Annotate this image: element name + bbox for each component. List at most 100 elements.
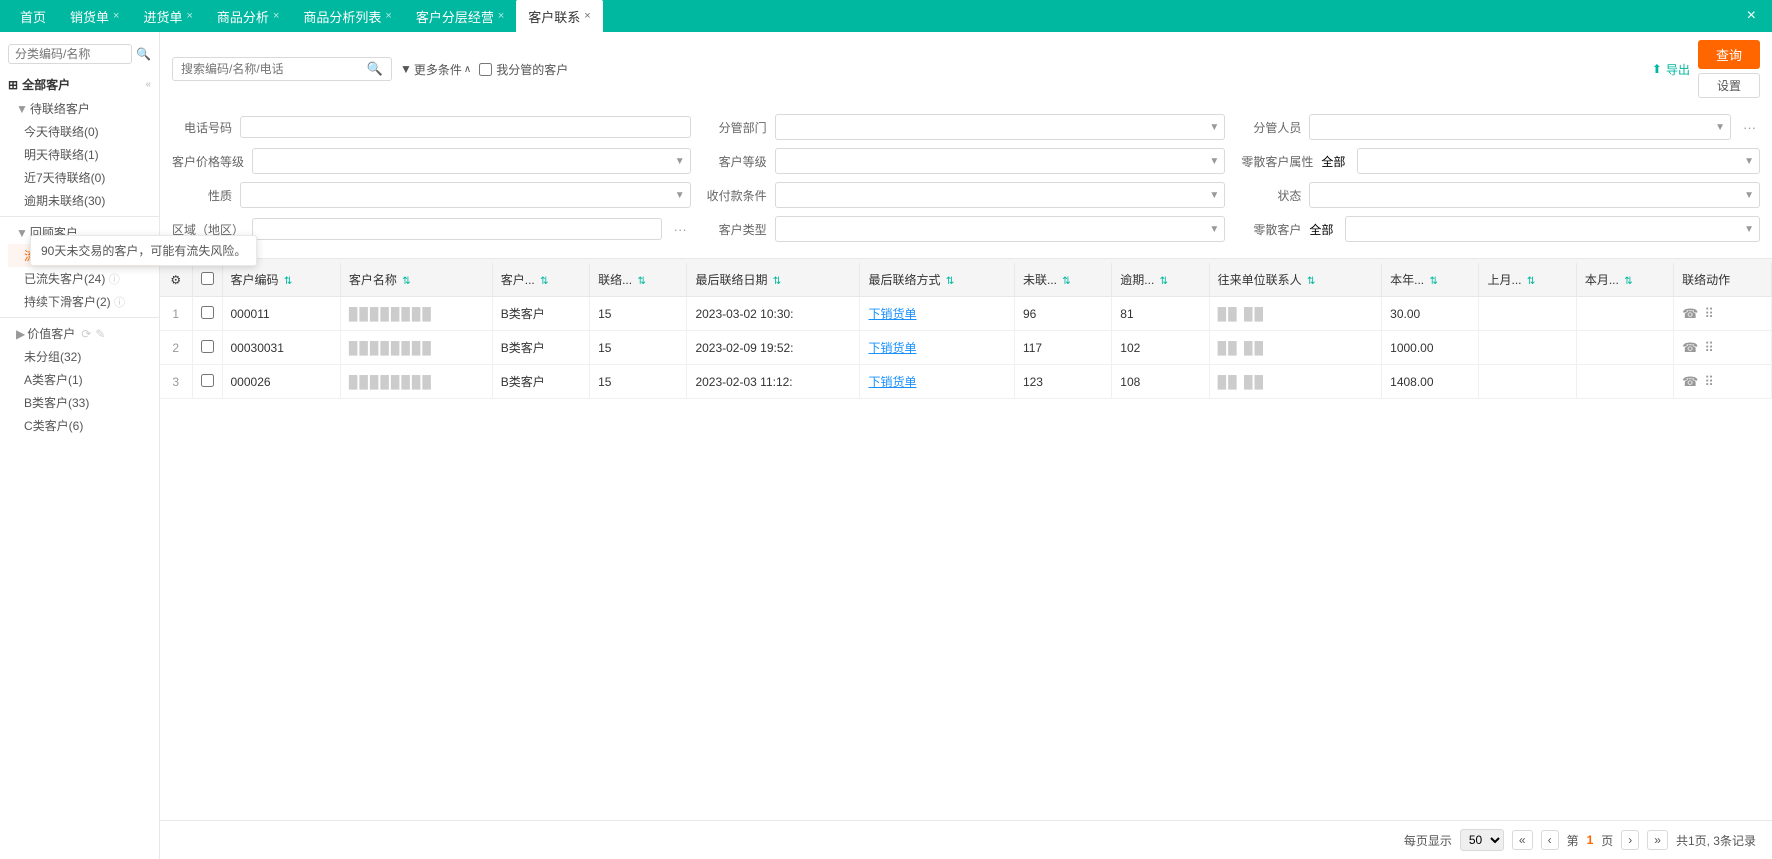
per-page-select[interactable]: 50: [1460, 829, 1504, 851]
pending-contact-title[interactable]: ▼ 待联络客户: [8, 97, 159, 120]
my-customers-checkbox[interactable]: 我分管的客户: [479, 61, 568, 78]
filter-row-status: 状态 ▼: [1241, 182, 1760, 208]
sidebar-item-overdue[interactable]: 逾期未联络(30): [8, 189, 159, 212]
filter-input-region[interactable]: [252, 218, 662, 240]
col-settings[interactable]: ⚙: [160, 263, 192, 297]
col-type-sort[interactable]: ⇅: [540, 276, 548, 287]
col-contact-person-sort[interactable]: ⇅: [1307, 276, 1315, 287]
filter-select-status[interactable]: [1309, 182, 1760, 208]
contact-icon[interactable]: ☎: [1682, 306, 1698, 322]
close-tab-goods-analysis-list-icon[interactable]: ×: [385, 10, 391, 22]
close-tab-sales-icon[interactable]: ×: [113, 10, 119, 22]
value-customers-section: ▶ 价值客户 ⟳ ✎ 未分组(32) A类客户(1) B类客户(33) C类客户…: [0, 322, 159, 437]
cell-num: 3: [160, 365, 192, 399]
next-page-btn[interactable]: ›: [1621, 830, 1639, 850]
close-tab-purchase-icon[interactable]: ×: [186, 10, 192, 22]
filter-select-nature[interactable]: [240, 182, 691, 208]
col-overdue-sort[interactable]: ⇅: [1160, 276, 1168, 287]
filter-select-customer-level-wrap: ▼: [775, 148, 1226, 174]
col-this-year-sort[interactable]: ⇅: [1430, 276, 1438, 287]
filter-select-customer-type[interactable]: [775, 216, 1226, 242]
gear-icon[interactable]: ⚙: [170, 273, 181, 287]
filter-select-payment[interactable]: [775, 182, 1226, 208]
sidebar-item-class-a[interactable]: A类客户(1): [8, 368, 159, 391]
col-last-date-sort[interactable]: ⇅: [773, 276, 781, 287]
select-all-checkbox[interactable]: [201, 272, 214, 285]
contact-icon[interactable]: ☎: [1682, 374, 1698, 390]
cell-action: ☎ ⠿: [1674, 331, 1772, 365]
contact-icon[interactable]: ☎: [1682, 340, 1698, 356]
filter-label-nature: 性质: [172, 187, 232, 204]
sidebar-item-today-pending[interactable]: 今天待联络(0): [8, 120, 159, 143]
nav-tab-goods-analysis-list[interactable]: 商品分析列表×: [291, 0, 403, 32]
value-customers-title[interactable]: ▶ 价值客户 ⟳ ✎: [8, 322, 159, 345]
pagination: 每页显示 50 « ‹ 第 1 页 › » 共1页, 3条记录: [160, 820, 1772, 859]
sidebar-item-churned[interactable]: 已流失客户(24) ⓘ: [8, 267, 159, 290]
edit-icon[interactable]: ✎: [95, 327, 105, 341]
arrow-down-icon-2: ▼: [16, 226, 28, 240]
col-this-month-sort[interactable]: ⇅: [1624, 276, 1632, 287]
sidebar-item-declining[interactable]: 持续下滑客户(2) ⓘ: [8, 290, 159, 313]
nav-tab-goods-analysis[interactable]: 商品分析×: [205, 0, 291, 32]
more-actions-icon[interactable]: ⠿: [1704, 374, 1714, 390]
row-checkbox[interactable]: [201, 306, 214, 319]
cell-action: ☎ ⠿: [1674, 297, 1772, 331]
filter-select-dept[interactable]: [775, 114, 1226, 140]
nav-tab-customer-contact[interactable]: 客户联系×: [516, 0, 602, 32]
filter-select-price-level[interactable]: [252, 148, 691, 174]
last-method-link[interactable]: 下销货单: [868, 341, 916, 355]
col-last-month-sort[interactable]: ⇅: [1527, 276, 1535, 287]
sidebar-item-class-b[interactable]: B类客户(33): [8, 391, 159, 414]
all-customers-title[interactable]: ⊞ 全部客户 «: [0, 72, 159, 97]
refresh-icon[interactable]: ⟳: [81, 327, 91, 341]
filter-select-customer-type-wrap: ▼: [775, 216, 1226, 242]
sidebar-item-class-c[interactable]: C类客户(6): [8, 414, 159, 437]
prev-page-btn[interactable]: ‹: [1541, 830, 1559, 850]
filter-select-customer-level[interactable]: [775, 148, 1226, 174]
filter-select-retail-attr[interactable]: [1357, 148, 1760, 174]
row-checkbox[interactable]: [201, 374, 214, 387]
search-input[interactable]: [181, 62, 363, 76]
more-conditions-btn[interactable]: ▼ 更多条件 ∧: [400, 61, 471, 78]
col-code: 客户编码 ⇅: [222, 263, 340, 297]
last-method-link[interactable]: 下销货单: [868, 307, 916, 321]
sidebar-item-ungrouped[interactable]: 未分组(32): [8, 345, 159, 368]
filter-more-manager[interactable]: ···: [1739, 120, 1760, 135]
nav-tab-customer-tier[interactable]: 客户分层经营×: [404, 0, 516, 32]
nav-tab-sales[interactable]: 销货单×: [58, 0, 131, 32]
search-icon[interactable]: 🔍: [367, 61, 383, 77]
first-page-btn[interactable]: «: [1512, 830, 1533, 850]
close-tab-goods-analysis-icon[interactable]: ×: [273, 10, 279, 22]
my-customers-check[interactable]: [479, 63, 492, 76]
row-checkbox[interactable]: [201, 340, 214, 353]
last-method-link[interactable]: 下销货单: [868, 375, 916, 389]
filter-select-manager[interactable]: [1309, 114, 1731, 140]
col-no-contact-sort[interactable]: ⇅: [1062, 276, 1070, 287]
col-last-method-sort[interactable]: ⇅: [946, 276, 954, 287]
filter-more-region[interactable]: ···: [670, 222, 691, 237]
col-last-date-label: 最后联络日期: [695, 273, 767, 287]
nav-tab-purchase[interactable]: 进货单×: [131, 0, 204, 32]
grid-icon: ⊞: [8, 78, 18, 92]
more-actions-icon[interactable]: ⠿: [1704, 340, 1714, 356]
close-tab-customer-tier-icon[interactable]: ×: [498, 10, 504, 22]
filter-select-retail-customer[interactable]: [1345, 216, 1760, 242]
more-actions-icon[interactable]: ⠿: [1704, 306, 1714, 322]
filter-label-retail-customer: 零散客户: [1241, 221, 1301, 238]
col-name-sort[interactable]: ⇅: [402, 276, 410, 287]
col-contact-count-sort[interactable]: ⇅: [637, 276, 645, 287]
top-nav: 首页销货单×进货单×商品分析×商品分析列表×客户分层经营×客户联系× ×: [0, 0, 1772, 32]
cell-no-contact: 96: [1014, 297, 1111, 331]
sidebar-item-tomorrow-pending[interactable]: 明天待联络(1): [8, 143, 159, 166]
window-close-btn[interactable]: ×: [1739, 7, 1764, 25]
last-page-btn[interactable]: »: [1647, 830, 1668, 850]
nav-tab-home[interactable]: 首页: [8, 0, 58, 32]
close-tab-customer-contact-icon[interactable]: ×: [584, 10, 590, 22]
sidebar-item-week-pending[interactable]: 近7天待联络(0): [8, 166, 159, 189]
col-code-sort[interactable]: ⇅: [284, 276, 292, 287]
query-btn[interactable]: 查询: [1698, 40, 1760, 69]
export-btn[interactable]: ⬆ 导出: [1652, 61, 1690, 78]
sidebar-search-input[interactable]: [8, 44, 132, 64]
filter-input-phone[interactable]: [240, 116, 691, 138]
settings-btn[interactable]: 设置: [1698, 73, 1760, 98]
